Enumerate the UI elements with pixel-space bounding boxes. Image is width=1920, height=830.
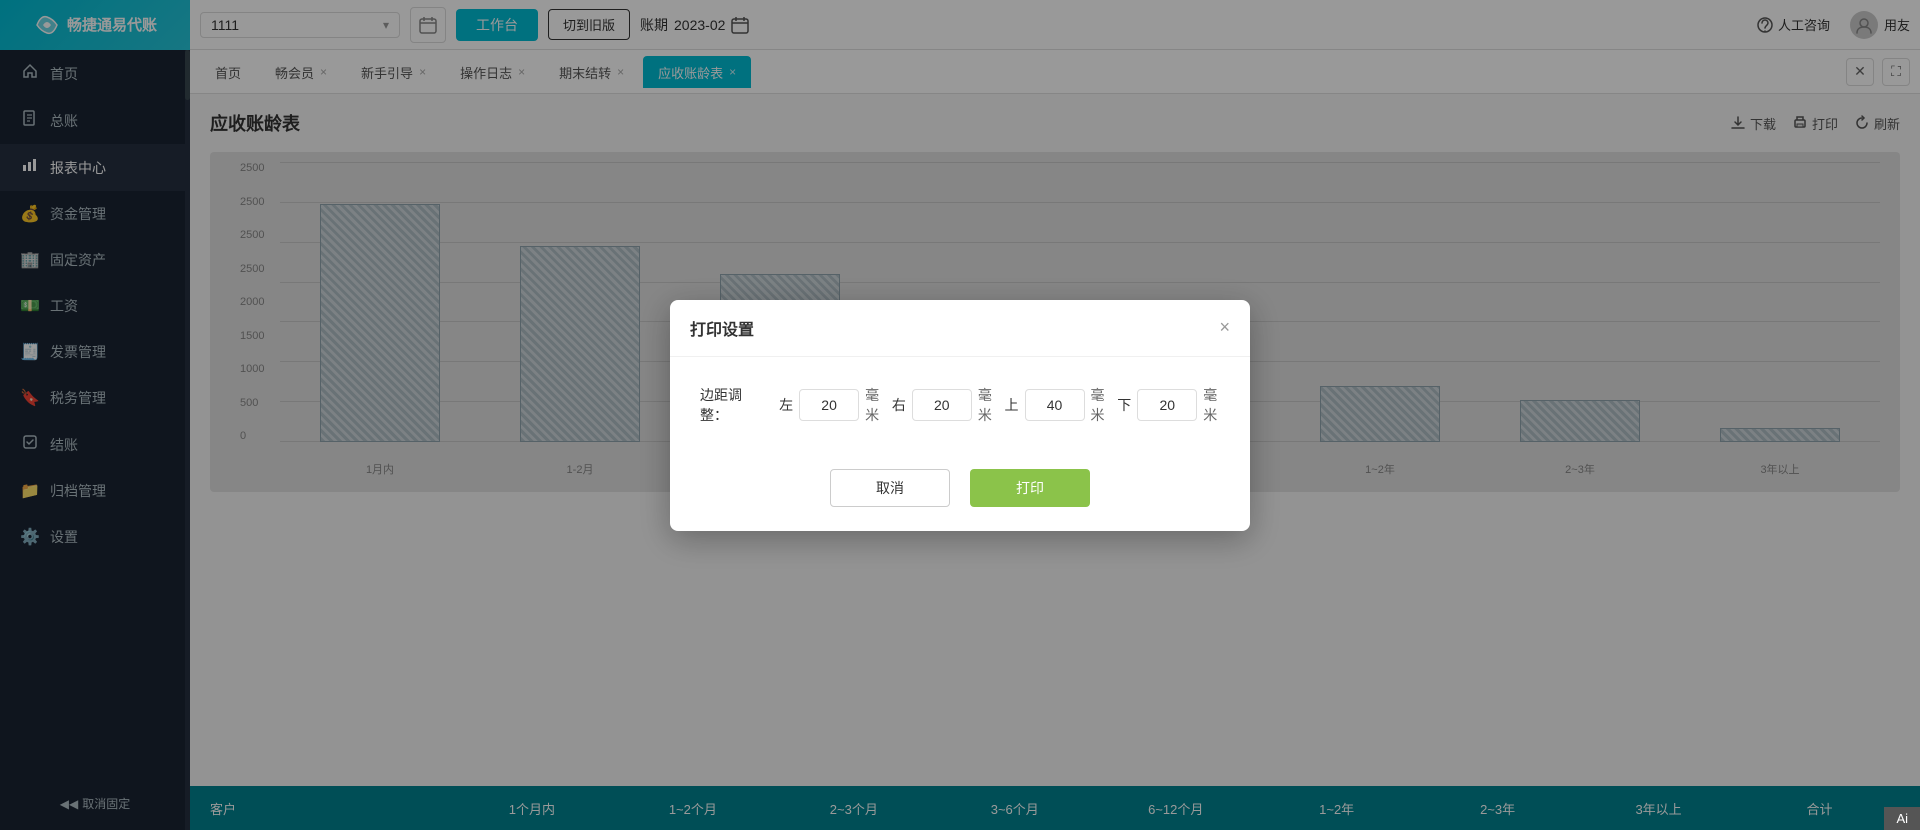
right-input[interactable] <box>912 389 972 421</box>
right-unit: 毫米 <box>978 385 995 425</box>
ai-label: Ai <box>1884 807 1920 830</box>
cancel-button[interactable]: 取消 <box>830 469 950 507</box>
top-input[interactable] <box>1025 389 1085 421</box>
dialog-close-button[interactable]: × <box>1219 317 1230 338</box>
dialog-header: 打印设置 × <box>670 300 1250 357</box>
margin-right-group: 右 毫米 <box>892 385 995 425</box>
left-label: 左 <box>779 395 793 415</box>
print-settings-dialog: 打印设置 × 边距调整： 左 毫米 右 毫米 上 毫米 <box>670 300 1250 531</box>
dialog-footer: 取消 打印 <box>670 453 1250 531</box>
bottom-label: 下 <box>1117 395 1131 415</box>
margin-row: 边距调整： 左 毫米 右 毫米 上 毫米 下 <box>700 385 1220 425</box>
left-input[interactable] <box>799 389 859 421</box>
bottom-unit: 毫米 <box>1203 385 1220 425</box>
margin-bottom-group: 下 毫米 <box>1117 385 1220 425</box>
top-label: 上 <box>1005 395 1019 415</box>
modal-overlay: 打印设置 × 边距调整： 左 毫米 右 毫米 上 毫米 <box>0 0 1920 830</box>
top-unit: 毫米 <box>1091 385 1108 425</box>
margin-top-group: 上 毫米 <box>1005 385 1108 425</box>
dialog-title: 打印设置 <box>690 316 754 340</box>
margin-label: 边距调整： <box>700 385 763 425</box>
dialog-body: 边距调整： 左 毫米 右 毫米 上 毫米 下 <box>670 357 1250 453</box>
print-confirm-button[interactable]: 打印 <box>970 469 1090 507</box>
bottom-input[interactable] <box>1137 389 1197 421</box>
left-unit: 毫米 <box>865 385 882 425</box>
margin-left-group: 左 毫米 <box>779 385 882 425</box>
right-label: 右 <box>892 395 906 415</box>
